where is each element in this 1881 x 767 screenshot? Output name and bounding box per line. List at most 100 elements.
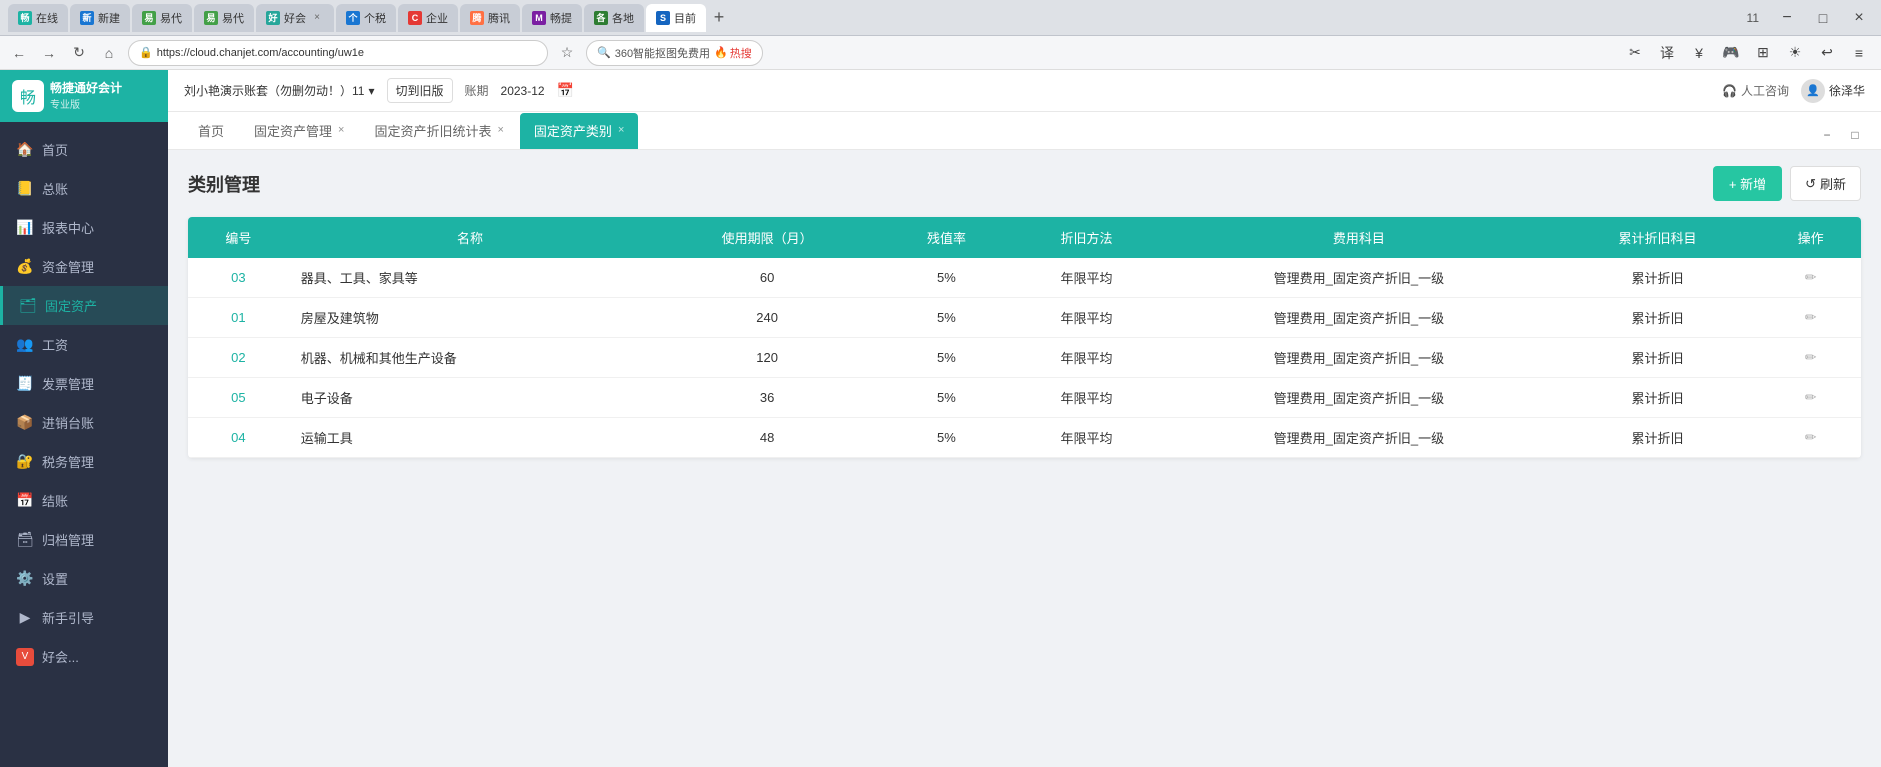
tab-icon-1: 畅 xyxy=(18,11,32,25)
url-bar[interactable]: 🔒 https://cloud.chanjet.com/accounting/u… xyxy=(128,40,548,66)
page-tab-fixed-asset-mgmt-label: 固定资产管理 xyxy=(254,121,332,140)
sidebar-item-ledger[interactable]: 📒 总账 xyxy=(0,169,168,208)
browser-tab-1[interactable]: 畅 在线 xyxy=(8,4,68,32)
sidebar-item-reports[interactable]: 📊 报表中心 xyxy=(0,208,168,247)
browser-tab-4[interactable]: 易 易代 xyxy=(194,4,254,32)
col-header-action: 操作 xyxy=(1760,217,1861,258)
window-minimize-btn[interactable]: − xyxy=(1773,4,1801,32)
sidebar-item-archive-label: 归档管理 xyxy=(42,530,94,549)
edit-icon-3[interactable]: ✏ xyxy=(1805,389,1817,405)
scissors-icon-btn[interactable]: ✂ xyxy=(1621,39,1649,67)
browser-tab-5[interactable]: 好 好会 × xyxy=(256,4,334,32)
sidebar-item-reports-label: 报表中心 xyxy=(42,218,94,237)
game-icon-btn[interactable]: 🎮 xyxy=(1717,39,1745,67)
browser-tab-8[interactable]: 腾 腾讯 xyxy=(460,4,520,32)
cell-code-3[interactable]: 05 xyxy=(188,378,289,418)
window-close-btn[interactable]: × xyxy=(1845,4,1873,32)
support-button[interactable]: 🎧 人工咨询 xyxy=(1722,82,1789,99)
browser-tab-2[interactable]: 新 新建 xyxy=(70,4,130,32)
sidebar-item-closing[interactable]: 📅 结账 xyxy=(0,481,168,520)
browser-tab-7[interactable]: C 企业 xyxy=(398,4,458,32)
sidebar-item-guide[interactable]: ▶ 新手引导 xyxy=(0,598,168,637)
tab-maximize-btn[interactable]: □ xyxy=(1845,125,1865,145)
calendar-icon[interactable]: 📅 xyxy=(557,82,574,99)
tab-close-5[interactable]: × xyxy=(310,11,324,25)
grid-icon-btn[interactable]: ⊞ xyxy=(1749,39,1777,67)
sidebar-item-tax[interactable]: 🔐 税务管理 xyxy=(0,442,168,481)
cell-code-2[interactable]: 02 xyxy=(188,338,289,378)
add-button[interactable]: + 新增 xyxy=(1713,166,1782,201)
brightness-icon-btn[interactable]: ☀ xyxy=(1781,39,1809,67)
back-button[interactable]: ← xyxy=(8,42,30,64)
cell-action-1[interactable]: ✏ xyxy=(1760,298,1861,338)
search-bar[interactable]: 🔍 360智能抠图免费用 🔥 热搜 xyxy=(586,40,763,66)
sidebar-item-funds[interactable]: 💰 资金管理 xyxy=(0,247,168,286)
sidebar-item-inventory[interactable]: 📦 进销台账 xyxy=(0,403,168,442)
cell-action-4[interactable]: ✏ xyxy=(1760,418,1861,458)
tab-icon-11: S xyxy=(656,11,670,25)
cell-action-0[interactable]: ✏ xyxy=(1760,258,1861,298)
sidebar-item-fixed-assets[interactable]: 🗂 固定资产 xyxy=(0,286,168,325)
home-button[interactable]: ⌂ xyxy=(98,42,120,64)
closing-icon: 📅 xyxy=(16,492,34,510)
browser-tab-6[interactable]: 个 个税 xyxy=(336,4,396,32)
refresh-label: 刷新 xyxy=(1820,174,1846,193)
forward-button[interactable]: → xyxy=(38,42,60,64)
page-tab-close-asset-category[interactable]: × xyxy=(618,124,624,136)
sidebar-item-invoices[interactable]: 🧾 发票管理 xyxy=(0,364,168,403)
user-info[interactable]: 👤 徐泽华 xyxy=(1801,79,1865,103)
cell-action-3[interactable]: ✏ xyxy=(1760,378,1861,418)
sidebar-item-home[interactable]: 🏠 首页 xyxy=(0,130,168,169)
page-tab-depreciation-table[interactable]: 固定资产折旧统计表 × xyxy=(360,113,517,149)
page-tab-close-fixed-asset-mgmt[interactable]: × xyxy=(338,124,344,136)
refresh-button[interactable]: ↺ 刷新 xyxy=(1790,166,1861,201)
support-label: 人工咨询 xyxy=(1741,82,1789,99)
tab-minimize-btn[interactable]: − xyxy=(1817,125,1837,145)
page-tab-home[interactable]: 首页 xyxy=(184,113,238,149)
search-text: 360智能抠图免费用 xyxy=(615,45,710,61)
edit-icon-4[interactable]: ✏ xyxy=(1805,429,1817,445)
page-tab-asset-category[interactable]: 固定资产类别 × xyxy=(520,113,638,149)
sidebar-item-settings[interactable]: ⚙️ 设置 xyxy=(0,559,168,598)
browser-menu-btn[interactable]: ≡ xyxy=(1845,39,1873,67)
reload-button[interactable]: ↻ xyxy=(68,42,90,64)
tab-label-4: 易代 xyxy=(222,10,244,26)
switch-version-button[interactable]: 切到旧版 xyxy=(387,78,453,103)
cell-period-2: 120 xyxy=(651,338,883,378)
cell-residual-0: 5% xyxy=(883,258,1010,298)
cell-code-4[interactable]: 04 xyxy=(188,418,289,458)
edit-icon-0[interactable]: ✏ xyxy=(1805,269,1817,285)
browser-tab-9[interactable]: M 畅提 xyxy=(522,4,582,32)
window-maximize-btn[interactable]: □ xyxy=(1809,4,1837,32)
refresh-icon: ↺ xyxy=(1805,176,1816,192)
cell-period-0: 60 xyxy=(651,258,883,298)
app-name-text: 畅捷通好会计 xyxy=(50,81,122,97)
tab-icon-7: C xyxy=(408,11,422,25)
browser-tab-3[interactable]: 易 易代 xyxy=(132,4,192,32)
sidebar-nav: 🏠 首页 📒 总账 📊 报表中心 💰 资金管理 🗂 固定资产 xyxy=(0,122,168,767)
sidebar-item-closing-label: 结账 xyxy=(42,491,68,510)
tab-count-badge[interactable]: 11 xyxy=(1741,11,1765,25)
sidebar-item-payroll[interactable]: 👥 工资 xyxy=(0,325,168,364)
browser-tab-11[interactable]: S 目前 xyxy=(646,4,706,32)
undo-icon-btn[interactable]: ↩ xyxy=(1813,39,1841,67)
app-edition-text: 专业版 xyxy=(50,96,122,111)
cell-code-1[interactable]: 01 xyxy=(188,298,289,338)
company-selector[interactable]: 刘小艳演示账套（勿删勿动！）11 ▾ xyxy=(184,82,375,99)
page-tab-close-depreciation-table[interactable]: × xyxy=(497,124,503,136)
bookmark-icon[interactable]: ☆ xyxy=(556,42,578,64)
cell-action-2[interactable]: ✏ xyxy=(1760,338,1861,378)
sidebar-item-archive[interactable]: 🗃 归档管理 xyxy=(0,520,168,559)
cell-code-0[interactable]: 03 xyxy=(188,258,289,298)
reports-icon: 📊 xyxy=(16,219,34,237)
sidebar-item-more[interactable]: V 好会... xyxy=(0,637,168,676)
currency-icon-btn[interactable]: ¥ xyxy=(1685,39,1713,67)
browser-toolbar-icons: ✂ 译 ¥ 🎮 ⊞ ☀ ↩ ≡ xyxy=(1621,39,1873,67)
edit-icon-2[interactable]: ✏ xyxy=(1805,349,1817,365)
browser-tab-10[interactable]: 各 各地 xyxy=(584,4,644,32)
payroll-icon: 👥 xyxy=(16,336,34,354)
translate-icon-btn[interactable]: 译 xyxy=(1653,39,1681,67)
page-tab-fixed-asset-mgmt[interactable]: 固定资产管理 × xyxy=(240,113,358,149)
new-tab-button[interactable]: + xyxy=(708,7,730,29)
edit-icon-1[interactable]: ✏ xyxy=(1805,309,1817,325)
